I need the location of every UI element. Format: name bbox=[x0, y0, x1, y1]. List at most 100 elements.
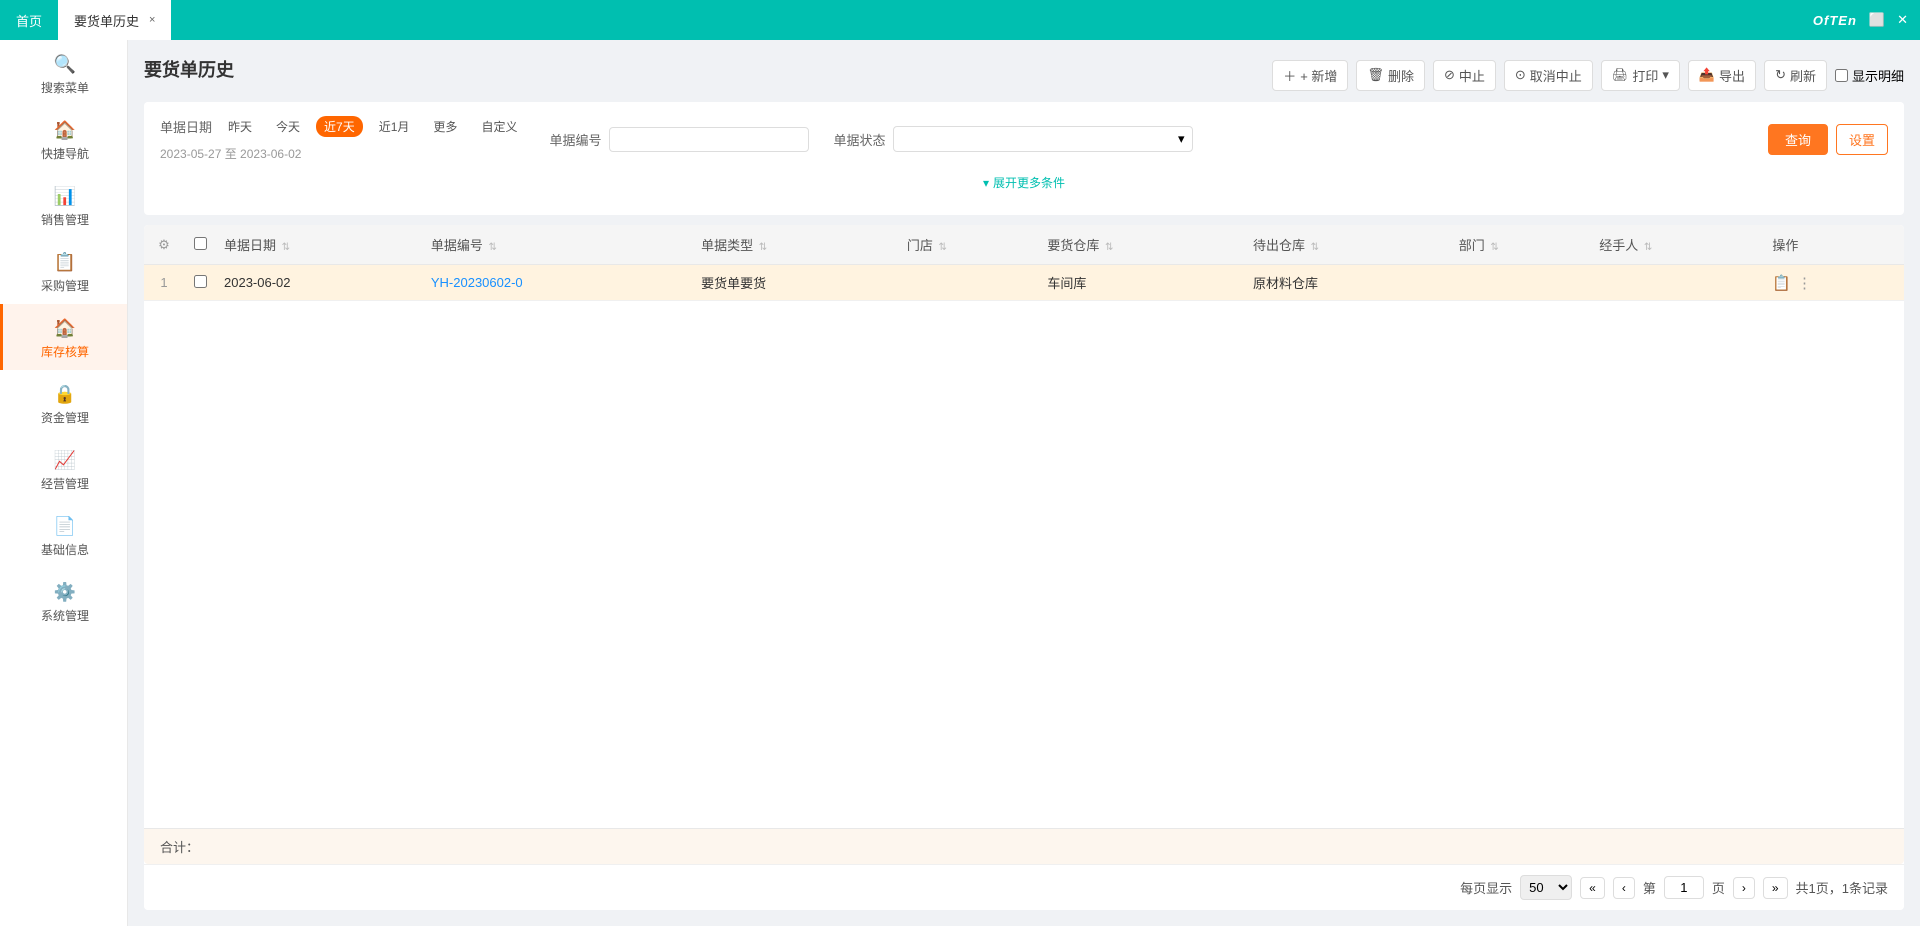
date-btn-7days[interactable]: 近7天 bbox=[316, 116, 363, 137]
cancel-stop-icon: ⊙ bbox=[1515, 67, 1526, 83]
row-doc-type: 要货单要货 bbox=[693, 265, 899, 301]
status-select[interactable]: ▾ bbox=[893, 126, 1193, 152]
delete-icon: 🗑 bbox=[1367, 67, 1384, 83]
refresh-button[interactable]: ↻ 刷新 bbox=[1764, 60, 1827, 91]
quick-nav-icon: 🏠 bbox=[54, 120, 76, 141]
delete-button[interactable]: 🗑 删除 bbox=[1356, 60, 1425, 91]
row-checkbox[interactable] bbox=[194, 275, 207, 288]
row-store bbox=[899, 265, 1040, 301]
sidebar-item-quick-nav[interactable]: 🏠 快捷导航 bbox=[0, 106, 127, 172]
last-page-btn[interactable]: » bbox=[1763, 877, 1788, 899]
per-page-select[interactable]: 50 100 200 bbox=[1520, 875, 1572, 900]
doc-no-input[interactable] bbox=[609, 127, 809, 152]
filter-area: 单据日期 昨天 今天 近7天 近1月 更多 自定义 2023-05- bbox=[144, 102, 1904, 215]
th-doc-type: 单据类型 ⇅ bbox=[693, 225, 899, 265]
row-doc-no-link[interactable]: YH-20230602-0 bbox=[431, 275, 523, 290]
sidebar-item-ops-mgmt[interactable]: 📈 经营管理 bbox=[0, 436, 127, 502]
sidebar-item-finance-mgmt[interactable]: 🔒 资金管理 bbox=[0, 370, 127, 436]
table-spacer bbox=[144, 301, 1904, 828]
table-section: ⚙ 单据日期 ⇅ 单据编号 ⇅ bbox=[144, 225, 1904, 910]
sort-handler-icon: ⇅ bbox=[1644, 242, 1652, 253]
th-store: 门店 ⇅ bbox=[899, 225, 1040, 265]
date-btn-yesterday[interactable]: 昨天 bbox=[220, 116, 260, 137]
export-button[interactable]: 📤 导出 bbox=[1688, 60, 1756, 91]
row-checkbox-cell bbox=[184, 265, 216, 301]
sort-req-wh-icon: ⇅ bbox=[1105, 242, 1113, 253]
date-btn-custom[interactable]: 自定义 bbox=[473, 116, 525, 137]
maximize-icon[interactable]: ⬜ bbox=[1869, 12, 1885, 28]
filter-panel: 单据日期 昨天 今天 近7天 近1月 更多 自定义 2023-05- bbox=[144, 102, 1904, 203]
tab-home[interactable]: 首页 bbox=[0, 0, 58, 40]
row-actions: 📋 ⋮ bbox=[1764, 265, 1904, 301]
settings-button[interactable]: 设置 bbox=[1836, 124, 1888, 155]
basic-info-icon: 📄 bbox=[54, 516, 76, 537]
new-button[interactable]: ＋ + 新增 bbox=[1272, 60, 1348, 91]
table-footer: 合计： bbox=[144, 828, 1904, 864]
row-pending-warehouse: 原材料仓库 bbox=[1245, 265, 1451, 301]
sort-date-icon: ⇅ bbox=[282, 242, 290, 253]
sidebar: 🔍 搜索菜单 🏠 快捷导航 📊 销售管理 📋 采购管理 🏠 库存核算 🔒 资金管… bbox=[0, 40, 128, 926]
th-dept: 部门 ⇅ bbox=[1451, 225, 1592, 265]
sort-pending-wh-icon: ⇅ bbox=[1311, 242, 1319, 253]
print-dropdown-icon: ▾ bbox=[1662, 67, 1669, 83]
date-btn-today[interactable]: 今天 bbox=[268, 116, 308, 137]
finance-mgmt-icon: 🔒 bbox=[54, 384, 76, 405]
expand-more: ▾ 展开更多条件 bbox=[160, 170, 1888, 195]
tab-close-icon[interactable]: × bbox=[149, 14, 155, 26]
sidebar-item-label: 搜索菜单 bbox=[41, 79, 89, 96]
status-label: 单据状态 bbox=[833, 130, 885, 149]
inventory-icon: 🏠 bbox=[54, 318, 76, 339]
sidebar-item-basic-info[interactable]: 📄 基础信息 bbox=[0, 502, 127, 568]
table-wrapper: ⚙ 单据日期 ⇅ 单据编号 ⇅ bbox=[144, 225, 1904, 864]
tab-requisition-history[interactable]: 要货单历史 × bbox=[58, 0, 171, 40]
sys-mgmt-icon: ⚙️ bbox=[54, 582, 76, 603]
sidebar-item-label: 采购管理 bbox=[41, 277, 89, 294]
page-suffix: 页 bbox=[1712, 878, 1725, 897]
table-row: 1 2023-06-02 YH-20230602-0 要货单要货 车间库 原材料… bbox=[144, 265, 1904, 301]
display-detail-checkbox[interactable] bbox=[1835, 69, 1848, 82]
first-page-btn[interactable]: « bbox=[1580, 877, 1605, 899]
sort-doctype-icon: ⇅ bbox=[759, 242, 767, 253]
expand-down-icon: ▾ bbox=[983, 176, 989, 190]
sidebar-item-inventory[interactable]: 🏠 库存核算 bbox=[0, 304, 127, 370]
brand-label: OfTEn bbox=[1813, 13, 1857, 28]
display-detail-label[interactable]: 显示明细 bbox=[1835, 66, 1904, 85]
date-label: 单据日期 bbox=[160, 117, 212, 136]
next-page-btn[interactable]: › bbox=[1733, 877, 1755, 899]
main-layout: 🔍 搜索菜单 🏠 快捷导航 📊 销售管理 📋 采购管理 🏠 库存核算 🔒 资金管… bbox=[0, 40, 1920, 926]
th-pending-warehouse: 待出仓库 ⇅ bbox=[1245, 225, 1451, 265]
print-icon: 🖨 bbox=[1612, 67, 1629, 83]
status-dropdown-icon: ▾ bbox=[1178, 131, 1185, 147]
row-more-icon[interactable]: ⋮ bbox=[1797, 274, 1812, 292]
table-body: 1 2023-06-02 YH-20230602-0 要货单要货 车间库 原材料… bbox=[144, 265, 1904, 301]
sidebar-item-sales-mgmt[interactable]: 📊 销售管理 bbox=[0, 172, 127, 238]
export-icon: 📤 bbox=[1699, 67, 1715, 83]
main-content: 要货单历史 ＋ + 新增 🗑 删除 ⊘ 中止 ⊙ 取消中止 bbox=[128, 40, 1920, 926]
cancel-stop-button[interactable]: ⊙ 取消中止 bbox=[1504, 60, 1593, 91]
row-view-icon[interactable]: 📋 bbox=[1772, 274, 1791, 292]
expand-more-button[interactable]: ▾ 展开更多条件 bbox=[983, 174, 1065, 191]
print-button[interactable]: 🖨 打印 ▾ bbox=[1601, 60, 1680, 91]
per-page-label: 每页显示 bbox=[1460, 878, 1512, 897]
date-btn-1month[interactable]: 近1月 bbox=[371, 116, 418, 137]
page-input[interactable] bbox=[1664, 876, 1704, 899]
search-menu-icon: 🔍 bbox=[54, 54, 76, 75]
prev-page-btn[interactable]: ‹ bbox=[1613, 877, 1635, 899]
sidebar-item-search-menu[interactable]: 🔍 搜索菜单 bbox=[0, 40, 127, 106]
row-doc-no: YH-20230602-0 bbox=[423, 265, 693, 301]
date-range-text: 2023-05-27 至 2023-06-02 bbox=[160, 147, 301, 161]
top-bar-right: OfTEn ⬜ ✕ bbox=[1813, 12, 1920, 28]
select-all-checkbox[interactable] bbox=[194, 237, 207, 250]
stop-button[interactable]: ⊘ 中止 bbox=[1433, 60, 1496, 91]
row-dept bbox=[1451, 265, 1592, 301]
sidebar-item-purchase-mgmt[interactable]: 📋 采购管理 bbox=[0, 238, 127, 304]
close-icon[interactable]: ✕ bbox=[1897, 12, 1908, 28]
date-btn-more[interactable]: 更多 bbox=[425, 116, 465, 137]
total-label: 合计： bbox=[160, 837, 199, 856]
sidebar-item-label: 快捷导航 bbox=[41, 145, 89, 162]
th-settings: ⚙ bbox=[144, 225, 184, 265]
sidebar-item-sys-mgmt[interactable]: ⚙️ 系统管理 bbox=[0, 568, 127, 634]
sort-dept-icon: ⇅ bbox=[1490, 242, 1498, 253]
query-button[interactable]: 查询 bbox=[1768, 124, 1828, 155]
action-bar: ＋ + 新增 🗑 删除 ⊘ 中止 ⊙ 取消中止 🖨 打印 bbox=[1272, 60, 1904, 91]
